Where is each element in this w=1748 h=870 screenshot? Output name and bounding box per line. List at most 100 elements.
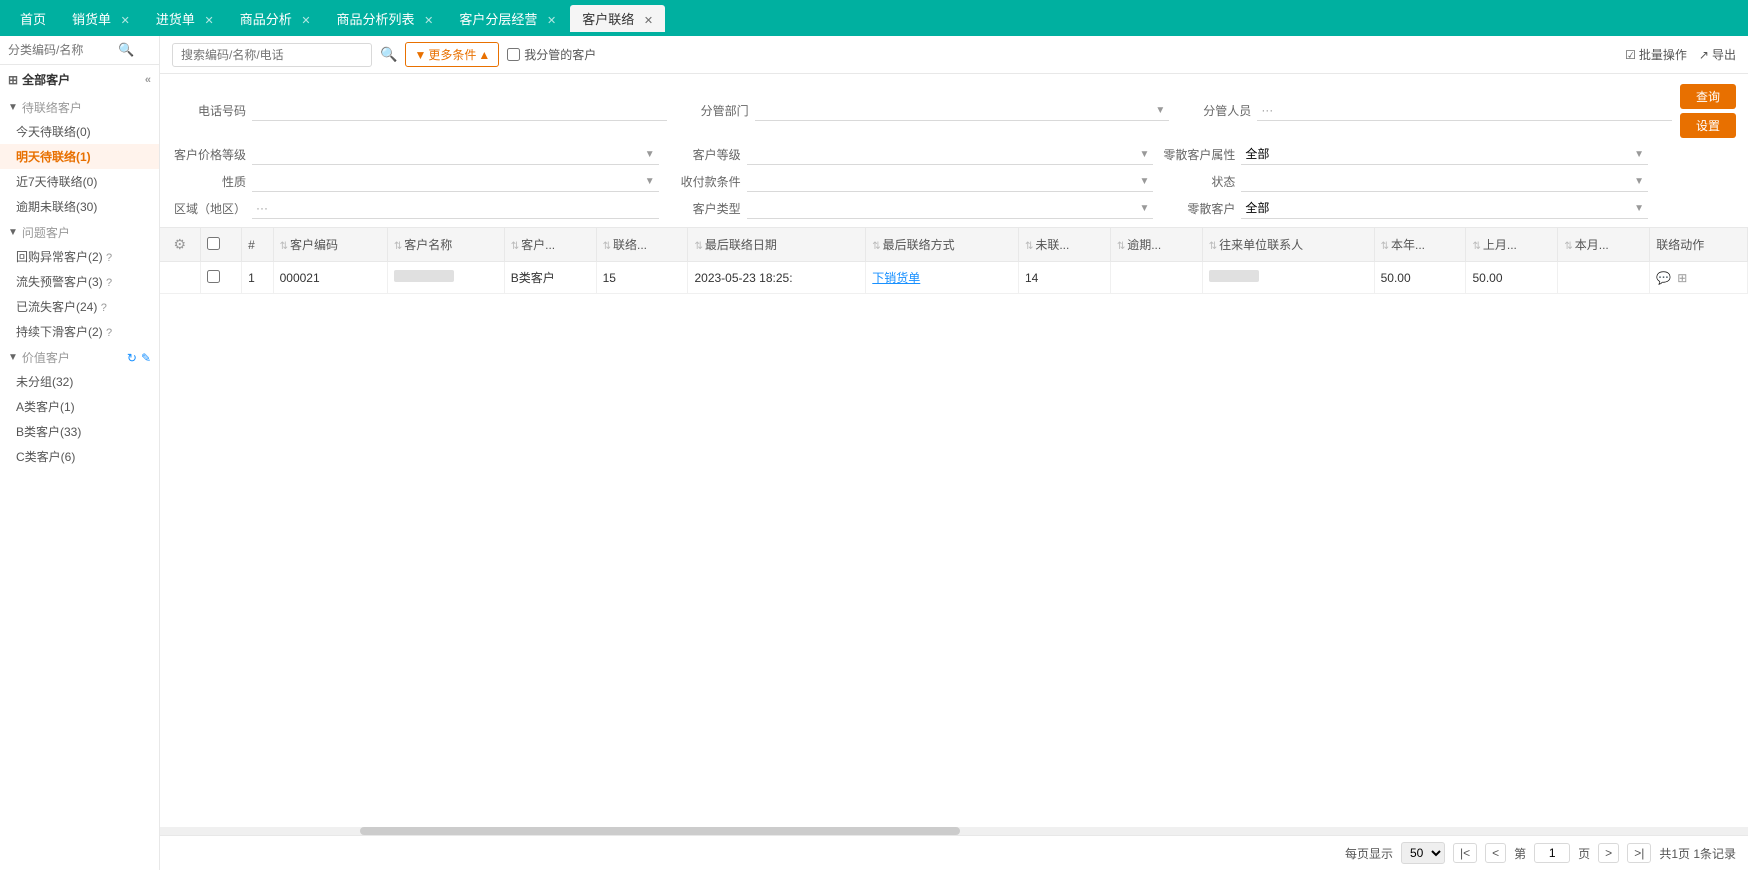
refresh-value-icon[interactable]: ↻ (127, 351, 137, 365)
filter-dept-select-wrap[interactable]: ▼ (755, 100, 1170, 121)
select-all-checkbox[interactable] (207, 237, 220, 250)
nav-purchase[interactable]: 进货单 ✕ (144, 5, 226, 32)
batch-operation-button[interactable]: ☑ 批量操作 (1625, 46, 1687, 63)
nav-customer-contact[interactable]: 客户联络 ✕ (570, 5, 665, 32)
cell-last-method[interactable]: 下销货单 (866, 262, 1019, 294)
sidebar-item-7day-contact[interactable]: 近7天待联络(0) (0, 169, 159, 194)
filter-search-input[interactable] (172, 43, 372, 67)
th-checkbox[interactable] (200, 228, 242, 262)
th-code[interactable]: ⇅客户编码 (273, 228, 387, 262)
my-customers-checkbox[interactable] (507, 48, 520, 61)
filter-customer-type-wrap[interactable]: ▼ (747, 198, 1154, 219)
nav-product-analysis-list[interactable]: 商品分析列表 ✕ (325, 5, 446, 32)
horizontal-scrollbar[interactable] (160, 827, 1748, 835)
th-no-contact[interactable]: ⇅未联... (1018, 228, 1110, 262)
nav-customer-tier[interactable]: 客户分层经营 ✕ (447, 5, 568, 32)
filter-price-level-wrap[interactable]: ▼ (252, 144, 659, 165)
edit-value-icon[interactable]: ✎ (141, 351, 151, 365)
cell-action[interactable]: 💬 ⊞ (1650, 262, 1748, 294)
sidebar-item-class-b[interactable]: B类客户(33) (0, 419, 159, 444)
table-footer: 每页显示 50 |< < 第 页 > >| 共1页 1条记录 (160, 835, 1748, 870)
filter-phone-input[interactable] (252, 100, 667, 121)
sidebar-item-churned[interactable]: 已流失客户(24) ? (0, 294, 159, 319)
sidebar-search-input[interactable] (8, 43, 118, 57)
prev-page-button[interactable]: < (1485, 843, 1506, 863)
scrollbar-thumb[interactable] (360, 827, 960, 835)
sidebar-item-class-c[interactable]: C类客户(6) (0, 444, 159, 469)
sort-name-icon: ⇅ (394, 241, 402, 252)
nav-product-analysis[interactable]: 商品分析 ✕ (228, 5, 323, 32)
sidebar: 🔍 ⊞ 全部客户 « ▼ 待联络客户 今天待联络(0) 明天待联络(1) 近7天… (0, 36, 160, 870)
th-last-month[interactable]: ⇅上月... (1466, 228, 1558, 262)
th-this-month[interactable]: ⇅本月... (1558, 228, 1650, 262)
close-sales-icon[interactable]: ✕ (121, 15, 130, 27)
th-company-contact[interactable]: ⇅往来单位联系人 (1202, 228, 1374, 262)
per-page-select[interactable]: 50 (1401, 842, 1445, 864)
filter-customer-level-select[interactable] (747, 144, 1154, 165)
filter-payment-select[interactable] (747, 171, 1154, 192)
sidebar-item-today-contact[interactable]: 今天待联络(0) (0, 119, 159, 144)
th-this-year[interactable]: ⇅本年... (1374, 228, 1466, 262)
query-button[interactable]: 查询 (1680, 84, 1736, 109)
sidebar-item-class-a[interactable]: A类客户(1) (0, 394, 159, 419)
filter-payment-wrap[interactable]: ▼ (747, 171, 1154, 192)
group-pending-contact[interactable]: ▼ 待联络客户 (0, 94, 159, 119)
filter-status-wrap[interactable]: ▼ (1241, 171, 1648, 192)
filter-search-button[interactable]: 🔍 (380, 46, 397, 63)
filter-retail-customer-wrap[interactable]: 全部 ▼ (1241, 198, 1648, 219)
sidebar-item-repurchase-abnormal[interactable]: 回购异常客户(2) ? (0, 244, 159, 269)
filter-nature: 性质 ▼ (172, 171, 659, 192)
page-number-input[interactable] (1534, 843, 1570, 863)
th-last-method[interactable]: ⇅最后联络方式 (866, 228, 1019, 262)
group-value-customers[interactable]: ▼ 价值客户 ↻ ✎ (0, 344, 159, 369)
last-contact-link[interactable]: 下销货单 (872, 271, 920, 285)
filter-retail-attr-select[interactable]: 全部 (1241, 144, 1648, 165)
filter-customer-level-wrap[interactable]: ▼ (747, 144, 1154, 165)
close-product-analysis-icon[interactable]: ✕ (301, 15, 310, 27)
sidebar-item-overdue-contact[interactable]: 逾期未联络(30) (0, 194, 159, 219)
filter-nature-wrap[interactable]: ▼ (252, 171, 659, 192)
sidebar-item-ungrouped[interactable]: 未分组(32) (0, 369, 159, 394)
filter-person-input[interactable]: ··· (1257, 100, 1672, 121)
export-button[interactable]: ↗ 导出 (1699, 46, 1736, 63)
th-type[interactable]: ⇅客户... (504, 228, 596, 262)
th-overdue[interactable]: ⇅逾期... (1110, 228, 1202, 262)
last-page-button[interactable]: >| (1627, 843, 1651, 863)
sidebar-item-declining[interactable]: 持续下滑客户(2) ? (0, 319, 159, 344)
row-checkbox[interactable] (207, 270, 220, 283)
filter-dept-select[interactable] (755, 100, 1170, 121)
filter-customer-level-label: 客户等级 (667, 146, 747, 163)
close-customer-tier-icon[interactable]: ✕ (547, 15, 556, 27)
sidebar-all-customers[interactable]: ⊞ 全部客户 « (0, 65, 159, 94)
settings-button[interactable]: 设置 (1680, 113, 1736, 138)
th-name[interactable]: ⇅客户名称 (387, 228, 504, 262)
th-last-date[interactable]: ⇅最后联络日期 (688, 228, 866, 262)
close-customer-contact-icon[interactable]: ✕ (644, 15, 653, 27)
my-customers-checkbox-wrap[interactable]: 我分管的客户 (507, 46, 596, 63)
close-product-analysis-list-icon[interactable]: ✕ (424, 15, 433, 27)
filter-retail-attr-wrap[interactable]: 全部 ▼ (1241, 144, 1648, 165)
filter-price-level-select[interactable] (252, 144, 659, 165)
grid-action-icon[interactable]: ⊞ (1677, 271, 1687, 285)
filter-region-input[interactable]: ··· (252, 198, 659, 219)
filter-nature-select[interactable] (252, 171, 659, 192)
filter-actions: 查询 设置 (1680, 82, 1736, 138)
nav-sales[interactable]: 销货单 ✕ (60, 5, 142, 32)
filter-retail-customer-select[interactable]: 全部 (1241, 198, 1648, 219)
sidebar-item-churn-warning[interactable]: 流失预警客户(3) ? (0, 269, 159, 294)
nav-home[interactable]: 首页 (8, 5, 58, 32)
filter-customer-type-select[interactable] (747, 198, 1154, 219)
th-gear[interactable]: ⚙ (160, 228, 200, 262)
first-page-button[interactable]: |< (1453, 843, 1477, 863)
more-conditions-button[interactable]: ▼ 更多条件 ▲ (405, 42, 499, 67)
close-purchase-icon[interactable]: ✕ (204, 15, 213, 27)
cell-checkbox[interactable] (200, 262, 242, 294)
next-page-button[interactable]: > (1598, 843, 1619, 863)
filter-status-select[interactable] (1241, 171, 1648, 192)
sidebar-search-icon[interactable]: 🔍 (118, 42, 134, 58)
group-problem-customers[interactable]: ▼ 问题客户 (0, 219, 159, 244)
th-contact[interactable]: ⇅联络... (596, 228, 688, 262)
cell-this-month (1558, 262, 1650, 294)
sidebar-item-tomorrow-contact[interactable]: 明天待联络(1) (0, 144, 159, 169)
comment-action-icon[interactable]: 💬 (1656, 271, 1671, 285)
